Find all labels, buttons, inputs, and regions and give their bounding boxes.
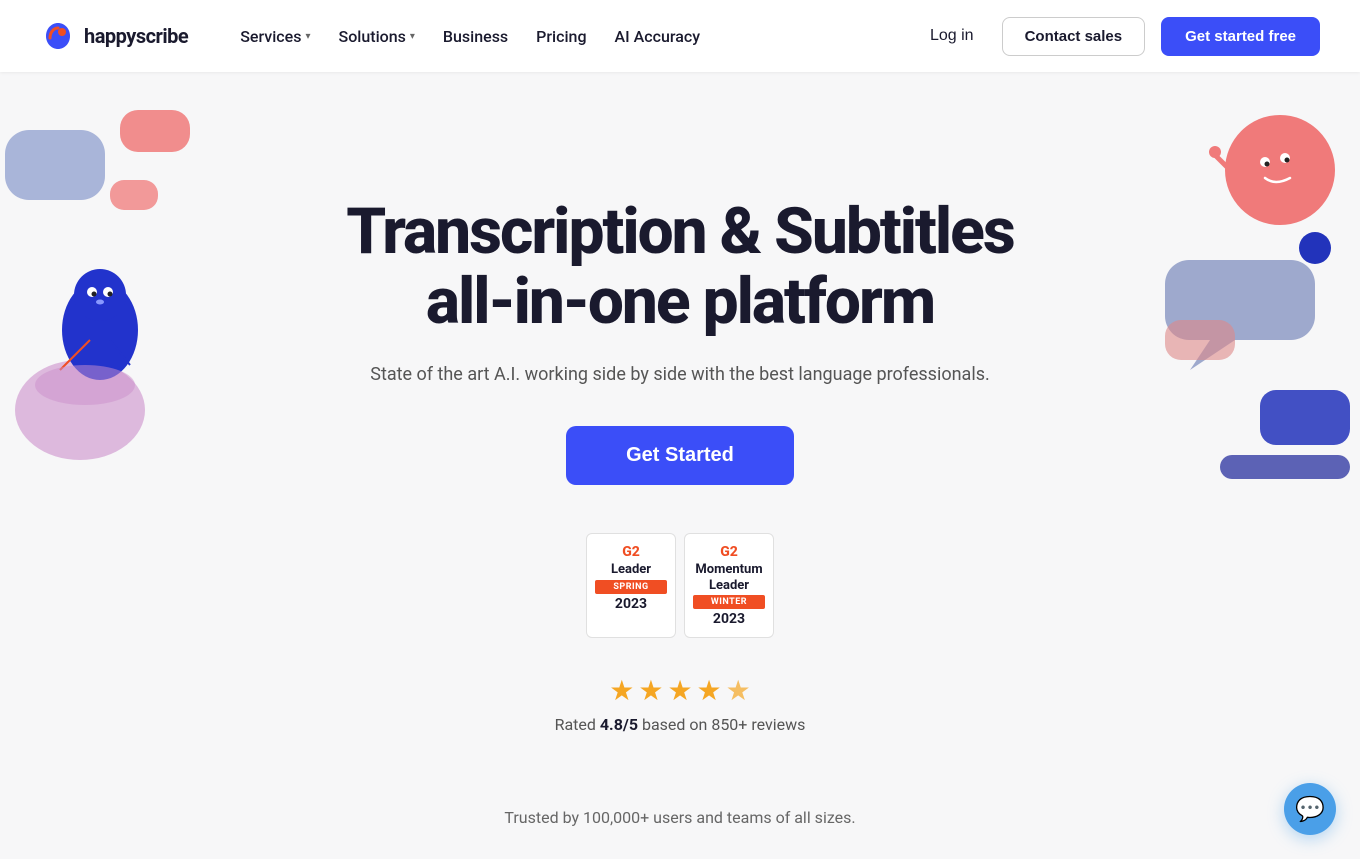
support-chat-button[interactable]: 💬 [1284,783,1336,835]
hero-content: Transcription & Subtitles all-in-one pla… [326,197,1034,735]
badge-2-season: WINTER [693,595,765,609]
badges-container: G2 Leader SPRING 2023 G2 Momentum Leader… [346,533,1014,638]
star-4: ★ [697,674,722,707]
nav-item-services[interactable]: Services ▾ [228,19,322,54]
star-2: ★ [638,674,663,707]
hero-subtitle: State of the art A.I. working side by si… [346,361,1014,390]
login-button[interactable]: Log in [918,19,986,53]
hero-cta-button[interactable]: Get Started [566,426,794,485]
nav-item-solutions[interactable]: Solutions ▾ [327,19,427,54]
badge-1-season: SPRING [595,580,667,594]
g2-icon-2: G2 [720,544,738,560]
badge-1-year: 2023 [615,596,647,612]
chevron-down-icon: ▾ [305,31,310,42]
star-1: ★ [609,674,634,707]
star-3: ★ [667,674,692,707]
logo-link[interactable]: happyscribe [40,18,188,54]
navbar-actions: Log in Contact sales Get started free [918,17,1320,56]
hero-title: Transcription & Subtitles all-in-one pla… [346,197,1014,338]
left-decoration [0,100,200,480]
star-5-half: ★ [726,674,751,707]
g2-momentum-badge: G2 Momentum Leader WINTER 2023 [684,533,774,638]
rating-value: 4.8/5 [600,715,638,734]
chevron-down-icon: ▾ [410,31,415,42]
logo-icon [40,18,76,54]
badge-2-year: 2023 [713,611,745,627]
rating-text: Rated 4.8/5 based on 850+ reviews [346,715,1014,734]
logo-text: happyscribe [84,24,188,48]
g2-icon-1: G2 [622,544,640,560]
badge-1-title: Leader [611,562,651,578]
trusted-text: Trusted by 100,000+ users and teams of a… [504,808,855,827]
navbar: happyscribe Services ▾ Solutions ▾ Busin… [0,0,1360,72]
navbar-nav: Services ▾ Solutions ▾ Business Pricing … [228,19,918,54]
contact-sales-button[interactable]: Contact sales [1002,17,1146,56]
chat-icon: 💬 [1295,795,1325,824]
hero-section: Transcription & Subtitles all-in-one pla… [0,0,1360,859]
nav-item-business[interactable]: Business [431,19,520,54]
stars-row: ★ ★ ★ ★ ★ [346,674,1014,707]
badge-2-title: Momentum Leader [693,562,765,593]
nav-item-pricing[interactable]: Pricing [524,19,598,54]
get-started-free-button[interactable]: Get started free [1161,17,1320,56]
right-decoration [1160,100,1360,480]
g2-leader-badge: G2 Leader SPRING 2023 [586,533,676,638]
nav-item-ai-accuracy[interactable]: AI Accuracy [603,19,713,54]
